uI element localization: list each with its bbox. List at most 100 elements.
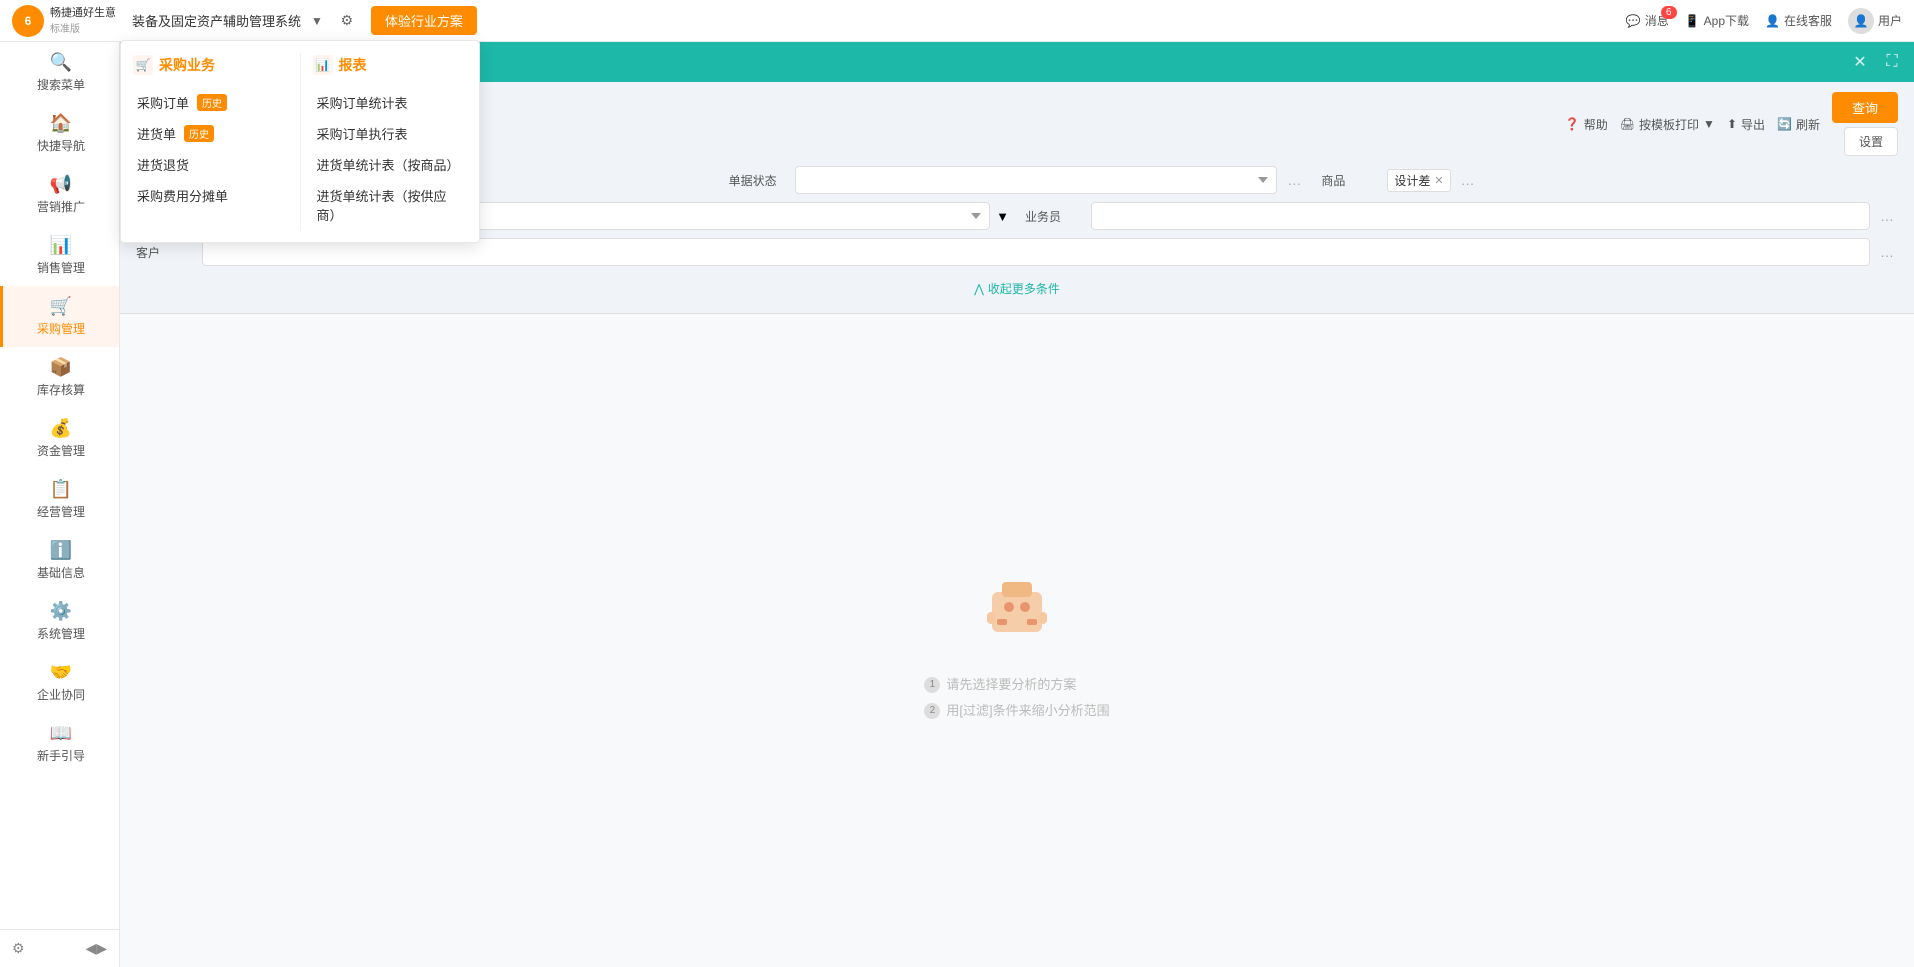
goods-chip-remove[interactable]: ✕ <box>1434 174 1443 187</box>
top-header: 6 畅捷通好生意 标准版 装备及固定资产辅助管理系统 ▼ ⚙ 体验行业方案 💬 … <box>0 0 1914 42</box>
sidebar-item-label: 快捷导航 <box>37 137 85 154</box>
system-dropdown-btn[interactable]: ▼ <box>311 14 323 28</box>
purchase-dropdown-menu: 🛒 采购业务 采购订单 历史 进货单 历史 进货退货 采购费用分摊单 📊 报表 … <box>120 40 480 243</box>
goods-dots[interactable]: … <box>1457 172 1479 188</box>
online-service-btn[interactable]: 👤 在线客服 <box>1765 12 1832 29</box>
operation-icon: 📋 <box>50 479 72 500</box>
doc-status-select[interactable] <box>795 166 1278 194</box>
cooperation-icon: 🤝 <box>50 662 72 683</box>
sidebar-item-label: 企业协同 <box>37 686 85 703</box>
report-in-by-goods-label: 进货单统计表（按商品） <box>317 155 460 174</box>
query-btn[interactable]: 查询 <box>1832 92 1898 123</box>
tab-expand-btn[interactable]: ⛶ <box>1878 48 1906 76</box>
sidebar-item-cooperation[interactable]: 🤝 企业协同 <box>0 652 119 713</box>
salesperson-input[interactable] <box>1091 202 1870 230</box>
sidebar-item-finance[interactable]: 💰 资金管理 <box>0 408 119 469</box>
inventory-icon: 📦 <box>50 357 72 378</box>
user-avatar: 👤 <box>1848 8 1874 34</box>
empty-tip-1: 1 请先选择要分析的方案 <box>924 672 1109 698</box>
logo-area: 6 畅捷通好生意 标准版 <box>12 5 132 37</box>
report-col: 📊 报表 采购订单统计表 采购订单执行表 进货单统计表（按商品） 进货单统计表（… <box>301 53 480 230</box>
message-btn[interactable]: 💬 消息 6 <box>1626 12 1669 29</box>
sidebar-item-search[interactable]: 🔍 搜索菜单 <box>0 42 119 103</box>
customer-label: 客户 <box>136 244 196 261</box>
sidebar-collapse-btn[interactable]: ◀▶ <box>85 940 107 957</box>
filter-group-salesperson: 业务员 … <box>1025 202 1898 230</box>
help-label: 帮助 <box>1584 116 1608 133</box>
dropdown-item-purchase-order[interactable]: 采购订单 历史 <box>133 87 288 118</box>
dropdown-item-purchase-in[interactable]: 进货单 历史 <box>133 118 288 149</box>
help-icon: ❓ <box>1565 117 1580 131</box>
system-name: 装备及固定资产辅助管理系统 <box>132 11 301 30</box>
tab-close-action-btn[interactable]: ✕ <box>1846 48 1874 76</box>
sidebar-item-label: 系统管理 <box>37 625 85 642</box>
sidebar-item-basic[interactable]: ℹ️ 基础信息 <box>0 530 119 591</box>
export-btn[interactable]: ⬆ 导出 <box>1727 116 1765 133</box>
collapse-btn[interactable]: ⋀ 收起更多条件 <box>136 274 1898 303</box>
sidebar-item-operation[interactable]: 📋 经营管理 <box>0 469 119 530</box>
purchase-business-col: 🛒 采购业务 采购订单 历史 进货单 历史 进货退货 采购费用分摊单 <box>121 53 301 230</box>
app-download-btn[interactable]: 📱 App下载 <box>1685 12 1749 29</box>
report-in-by-supplier-label: 进货单统计表（按供应商） <box>317 186 464 224</box>
refresh-btn[interactable]: 🔄 刷新 <box>1777 116 1820 133</box>
purchase-section-icon: 🛒 <box>133 55 153 75</box>
sidebar-item-sales[interactable]: 📊 销售管理 <box>0 225 119 286</box>
dropdown-item-report-order-stat[interactable]: 采购订单统计表 <box>313 87 468 118</box>
sidebar-settings-btn[interactable]: ⚙ <box>12 940 25 957</box>
report-section-icon: 📊 <box>313 55 333 75</box>
purchase-expense-label: 采购费用分摊单 <box>137 186 228 205</box>
settings-icon-btn[interactable]: ⚙ <box>333 7 361 35</box>
doc-status-dots[interactable]: … <box>1283 172 1305 188</box>
goods-chip-text: 设计差 <box>1394 172 1430 189</box>
dropdown-item-report-in-by-goods[interactable]: 进货单统计表（按商品） <box>313 149 468 180</box>
empty-tip-1-text: 请先选择要分析的方案 <box>946 672 1076 698</box>
history-badge-0: 历史 <box>197 94 227 111</box>
print-icon: 🖨 <box>1620 117 1635 131</box>
customer-dots[interactable]: … <box>1876 244 1898 260</box>
purchase-order-label: 采购订单 <box>137 93 189 112</box>
sidebar-item-guide[interactable]: 📖 新手引导 <box>0 713 119 774</box>
history-badge-1: 历史 <box>184 125 214 142</box>
print-btn[interactable]: 🖨 按模板打印 ▼ <box>1620 116 1715 133</box>
sidebar-item-label: 经营管理 <box>37 503 85 520</box>
empty-tips: 1 请先选择要分析的方案 2 用[过滤]条件来缩小分析范围 <box>924 672 1109 724</box>
help-btn[interactable]: ❓ 帮助 <box>1565 116 1608 133</box>
system-icon: ⚙️ <box>50 601 72 622</box>
user-label: 用户 <box>1878 12 1902 29</box>
salesperson-dots[interactable]: … <box>1876 208 1898 224</box>
print-label: 按模板打印 <box>1639 116 1699 133</box>
collapse-label: 收起更多条件 <box>988 280 1060 297</box>
refresh-icon: 🔄 <box>1777 117 1792 131</box>
sidebar-item-label: 采购管理 <box>37 320 85 337</box>
purchase-icon: 🛒 <box>50 296 72 317</box>
sidebar-item-marketing[interactable]: 📢 营销推广 <box>0 164 119 225</box>
sidebar-item-inventory[interactable]: 📦 库存核算 <box>0 347 119 408</box>
empty-num-2: 2 <box>924 703 940 719</box>
export-icon: ⬆ <box>1727 117 1737 131</box>
message-icon: 💬 <box>1626 14 1641 28</box>
purchase-title-text: 采购业务 <box>159 55 215 75</box>
dropdown-item-report-in-by-supplier[interactable]: 进货单统计表（按供应商） <box>313 180 468 230</box>
sidebar-item-purchase[interactable]: 🛒 采购管理 <box>0 286 119 347</box>
dropdown-item-purchase-expense[interactable]: 采购费用分摊单 <box>133 180 288 211</box>
goods-chip: 设计差 ✕ <box>1387 169 1450 192</box>
basic-icon: ℹ️ <box>50 540 72 561</box>
sidebar-item-system[interactable]: ⚙️ 系统管理 <box>0 591 119 652</box>
empty-tip-2-text: 用[过滤]条件来缩小分析范围 <box>946 698 1109 724</box>
sidebar-bottom: ⚙ ◀▶ <box>0 929 119 967</box>
set-btn[interactable]: 设置 <box>1844 127 1898 156</box>
salesperson-label: 业务员 <box>1025 208 1085 225</box>
guide-icon: 📖 <box>50 723 72 744</box>
service-icon: 👤 <box>1765 14 1780 28</box>
refresh-label: 刷新 <box>1796 116 1820 133</box>
dropdown-item-report-order-exec[interactable]: 采购订单执行表 <box>313 118 468 149</box>
empty-tip-2: 2 用[过滤]条件来缩小分析范围 <box>924 698 1109 724</box>
user-area[interactable]: 👤 用户 <box>1848 8 1902 34</box>
sidebar-item-quick-nav[interactable]: 🏠 快捷导航 <box>0 103 119 164</box>
app-download-label: App下载 <box>1704 12 1749 29</box>
report-section-title: 📊 报表 <box>313 53 468 77</box>
doc-status-label: 单据状态 <box>729 172 789 189</box>
report-order-stat-label: 采购订单统计表 <box>317 93 408 112</box>
dropdown-item-purchase-return[interactable]: 进货退货 <box>133 149 288 180</box>
industry-btn[interactable]: 体验行业方案 <box>371 6 477 35</box>
